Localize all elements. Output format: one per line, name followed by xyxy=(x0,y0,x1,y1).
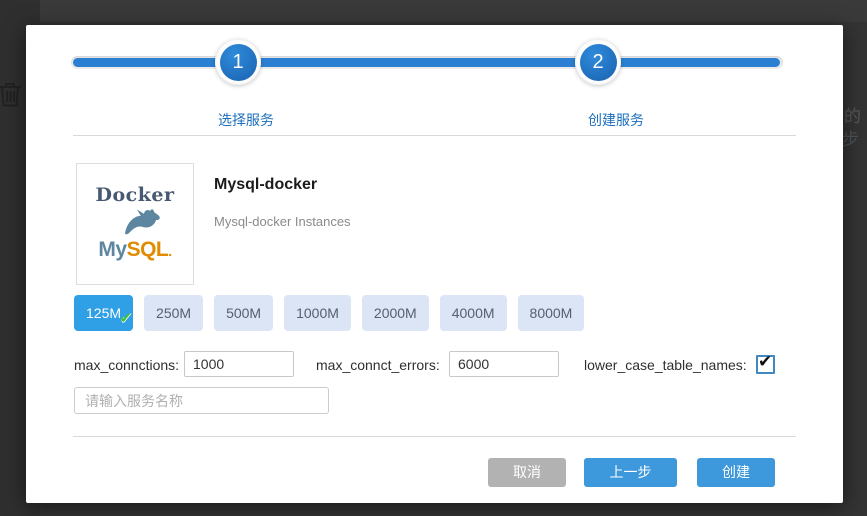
wizard-step-2[interactable]: 2 xyxy=(575,39,621,85)
mysql-wordmark: MySQL. xyxy=(98,238,172,261)
step-1-label: 选择服务 xyxy=(218,112,274,128)
cancel-button[interactable]: 取消 xyxy=(488,458,566,487)
wizard-step-1[interactable]: 1 xyxy=(215,39,261,85)
memory-option-250m[interactable]: 250M xyxy=(144,295,204,331)
max-connect-errors-label: max_connct_errors: xyxy=(316,357,440,373)
max-connections-label: max_connctions: xyxy=(74,357,180,373)
wizard-progress-bar xyxy=(73,58,780,67)
lower-case-table-names-label: lower_case_table_names: xyxy=(584,357,747,373)
memory-option-2000m[interactable]: 2000M xyxy=(361,295,429,331)
max-connections-input[interactable] xyxy=(184,351,294,377)
create-service-modal: 1 2 选择服务 创建服务 Docker MySQL. Mysql-docker… xyxy=(26,25,843,503)
memory-option-row: 125M ✔ 250M 500M 1000M 2000M 4000M 8000M xyxy=(74,295,585,331)
selected-check-icon: ✔ xyxy=(119,310,133,327)
previous-step-button[interactable]: 上一步 xyxy=(584,458,677,487)
memory-option-8000m[interactable]: 8000M xyxy=(517,295,585,331)
create-button[interactable]: 创建 xyxy=(697,458,775,487)
service-name-input[interactable] xyxy=(74,387,329,414)
service-subtitle: Mysql-docker Instances xyxy=(214,214,351,229)
service-title: Mysql-docker xyxy=(214,176,318,193)
memory-option-125m[interactable]: 125M ✔ xyxy=(74,295,134,331)
background-text-fragment: 步 xyxy=(842,130,859,149)
step-1-number: 1 xyxy=(219,43,257,81)
memory-option-500m[interactable]: 500M xyxy=(214,295,274,331)
divider xyxy=(73,436,796,437)
divider xyxy=(73,135,796,136)
mysql-docker-logo: Docker MySQL. xyxy=(76,163,194,285)
background-text-fragment: 的 xyxy=(844,107,861,126)
max-connect-errors-input[interactable] xyxy=(449,351,559,377)
background-header-bar xyxy=(40,0,867,22)
lower-case-table-names-checkbox[interactable]: ✔ xyxy=(756,352,775,374)
memory-option-1000m[interactable]: 1000M xyxy=(284,295,351,331)
checkbox-check-icon: ✔ xyxy=(758,352,773,371)
trash-icon[interactable] xyxy=(0,80,23,108)
docker-wordmark: Docker xyxy=(95,184,175,206)
memory-option-4000m[interactable]: 4000M xyxy=(439,295,507,331)
step-2-number: 2 xyxy=(579,43,617,81)
step-2-label: 创建服务 xyxy=(588,112,644,128)
